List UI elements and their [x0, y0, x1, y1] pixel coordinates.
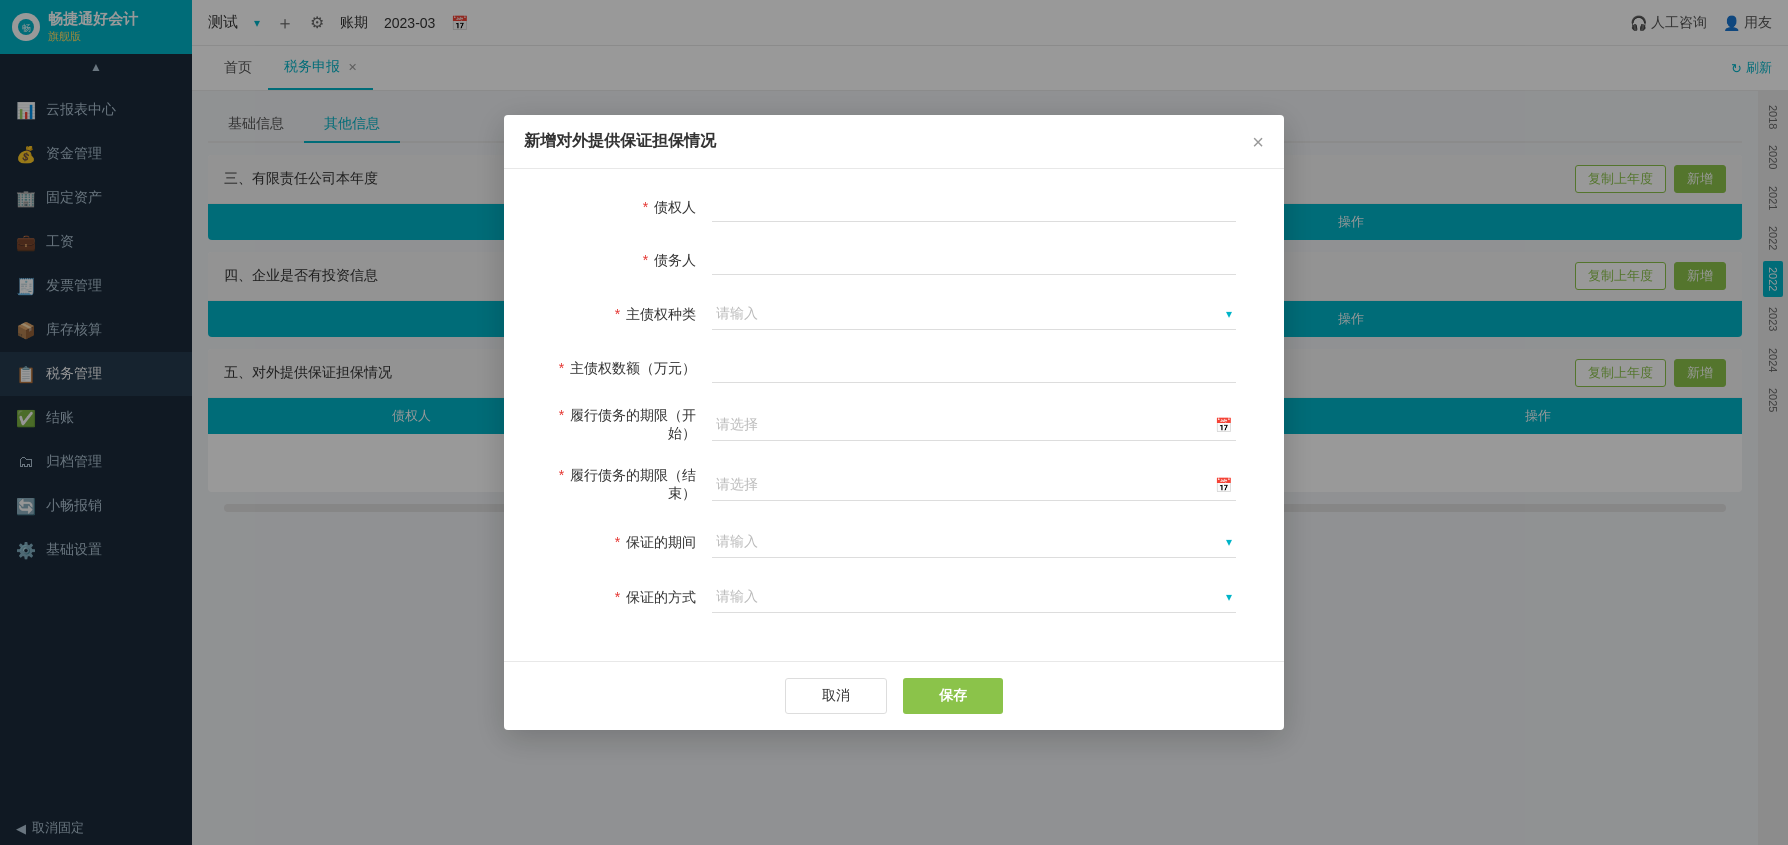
- form-row-claim-type: * 主债权种类 请输入 ▾: [552, 299, 1236, 330]
- form-label-start-date: * 履行债务的期限（开始）: [552, 407, 712, 443]
- label-text-start-date: 履行债务的期限（开始）: [570, 407, 696, 441]
- required-star-claim-type: *: [615, 306, 620, 322]
- dialog: 新增对外提供保证担保情况 × * 债权人 * 债务人: [504, 115, 1284, 730]
- input-creditor[interactable]: [712, 193, 1236, 222]
- chevron-down-icon-guarantee-period: ▾: [1226, 535, 1232, 549]
- input-claim-amount[interactable]: [712, 354, 1236, 383]
- required-star-creditor: *: [643, 199, 648, 215]
- save-button[interactable]: 保存: [903, 678, 1003, 714]
- label-text-guarantee-period: 保证的期间: [626, 534, 696, 550]
- dialog-title: 新增对外提供保证担保情况: [524, 131, 716, 152]
- dialog-close-btn[interactable]: ×: [1252, 132, 1264, 152]
- select-placeholder-claim-type: 请输入: [716, 305, 1226, 323]
- form-label-end-date: * 履行债务的期限（结束）: [552, 467, 712, 503]
- dialog-header: 新增对外提供保证担保情况 ×: [504, 115, 1284, 169]
- input-debtor[interactable]: [712, 246, 1236, 275]
- required-star-debtor: *: [643, 252, 648, 268]
- label-text-guarantee-method: 保证的方式: [626, 589, 696, 605]
- dialog-overlay[interactable]: 新增对外提供保证担保情况 × * 债权人 * 债务人: [0, 0, 1788, 845]
- form-label-claim-amount: * 主债权数额（万元）: [552, 360, 712, 378]
- form-row-creditor: * 债权人: [552, 193, 1236, 222]
- dialog-footer: 取消 保存: [504, 661, 1284, 730]
- select-guarantee-period[interactable]: 请输入 ▾: [712, 527, 1236, 558]
- chevron-down-icon-guarantee-method: ▾: [1226, 590, 1232, 604]
- calendar-icon-end: 📅: [1215, 477, 1232, 493]
- calendar-icon-start: 📅: [1215, 417, 1232, 433]
- form-row-claim-amount: * 主债权数额（万元）: [552, 354, 1236, 383]
- date-placeholder-end: 请选择: [716, 476, 1215, 494]
- required-star-guarantee-period: *: [615, 534, 620, 550]
- form-label-debtor: * 债务人: [552, 252, 712, 270]
- form-label-claim-type: * 主债权种类: [552, 306, 712, 324]
- date-end[interactable]: 请选择 📅: [712, 470, 1236, 501]
- select-placeholder-guarantee-method: 请输入: [716, 588, 1226, 606]
- required-star-end-date: *: [559, 467, 564, 483]
- form-label-guarantee-method: * 保证的方式: [552, 589, 712, 607]
- date-start[interactable]: 请选择 📅: [712, 410, 1236, 441]
- form-label-creditor: * 债权人: [552, 199, 712, 217]
- label-text-claim-type: 主债权种类: [626, 306, 696, 322]
- form-row-end-date: * 履行债务的期限（结束） 请选择 📅: [552, 467, 1236, 503]
- label-text-claim-amount: 主债权数额（万元）: [570, 360, 696, 376]
- label-text-creditor: 债权人: [654, 199, 696, 215]
- label-text-end-date: 履行债务的期限（结束）: [570, 467, 696, 501]
- select-placeholder-guarantee-period: 请输入: [716, 533, 1226, 551]
- select-guarantee-method[interactable]: 请输入 ▾: [712, 582, 1236, 613]
- dialog-body: * 债权人 * 债务人 * 主债权种类 请输入: [504, 169, 1284, 661]
- form-row-start-date: * 履行债务的期限（开始） 请选择 📅: [552, 407, 1236, 443]
- label-text-debtor: 债务人: [654, 252, 696, 268]
- form-row-guarantee-period: * 保证的期间 请输入 ▾: [552, 527, 1236, 558]
- cancel-button[interactable]: 取消: [785, 678, 887, 714]
- form-row-guarantee-method: * 保证的方式 请输入 ▾: [552, 582, 1236, 613]
- required-star-start-date: *: [559, 407, 564, 423]
- required-star-claim-amount: *: [559, 360, 564, 376]
- date-placeholder-start: 请选择: [716, 416, 1215, 434]
- select-claim-type[interactable]: 请输入 ▾: [712, 299, 1236, 330]
- required-star-guarantee-method: *: [615, 589, 620, 605]
- form-label-guarantee-period: * 保证的期间: [552, 534, 712, 552]
- form-row-debtor: * 债务人: [552, 246, 1236, 275]
- chevron-down-icon-claim-type: ▾: [1226, 307, 1232, 321]
